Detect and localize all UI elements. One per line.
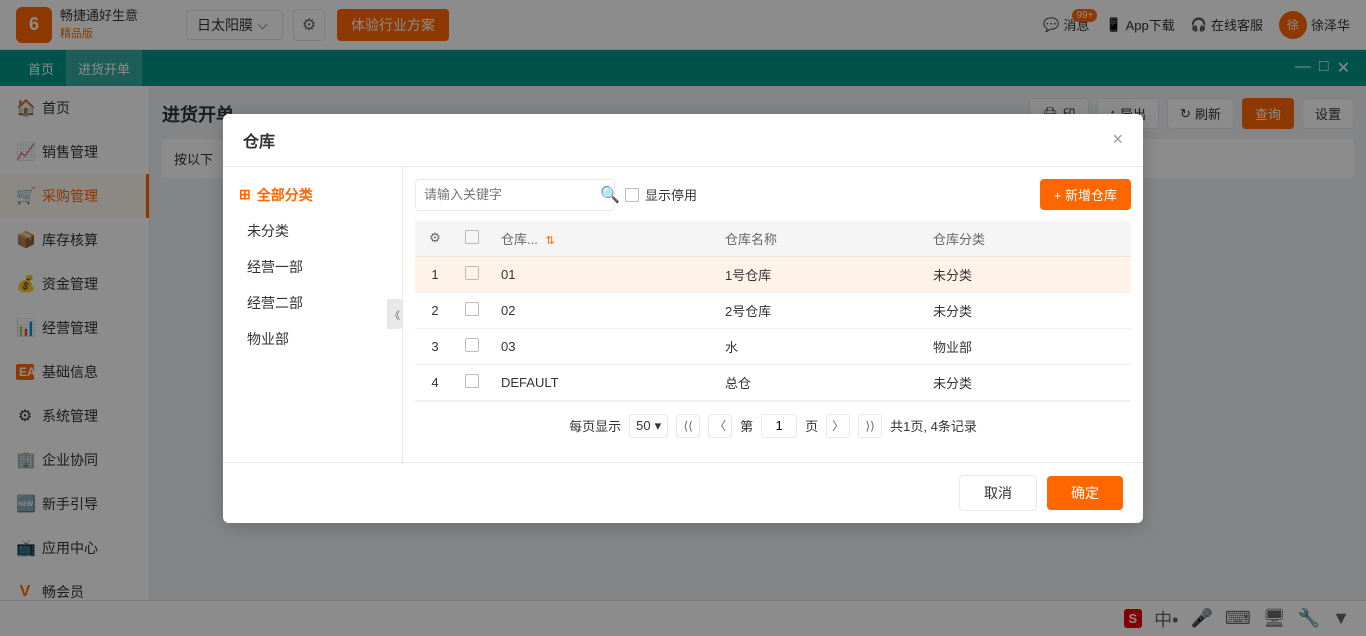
show-disabled-checkbox[interactable] [625, 188, 639, 202]
row-num: 1 [415, 256, 455, 292]
per-page-label: 每页显示 [569, 416, 621, 435]
category-item-unclassified[interactable]: 未分类 [223, 213, 402, 249]
select-all-checkbox[interactable] [465, 230, 479, 244]
row-checkbox[interactable] [465, 302, 479, 316]
category-panel: ⊞ 全部分类 未分类 经营一部 经营二部 物业部 《 [223, 167, 403, 462]
page-label: 第 [740, 416, 753, 435]
last-page-btn[interactable]: ⟩⟩ [858, 414, 882, 438]
table-body: 1 01 1号仓库 未分类 2 02 2号仓库 [415, 256, 1131, 400]
category-all[interactable]: ⊞ 全部分类 [223, 177, 402, 213]
warehouse-table: ⚙ 仓库... ⇅ 仓库名称 [415, 221, 1131, 401]
row-category: 未分类 [923, 292, 1131, 328]
row-num: 2 [415, 292, 455, 328]
table-head: ⚙ 仓库... ⇅ 仓库名称 [415, 221, 1131, 257]
row-checkbox[interactable] [465, 338, 479, 352]
total-info: 共1页, 4条记录 [890, 416, 977, 435]
warehouse-table-wrap: ⚙ 仓库... ⇅ 仓库名称 [415, 221, 1131, 401]
confirm-button[interactable]: 确定 [1047, 476, 1123, 510]
col-name[interactable]: 仓库名称 [715, 221, 923, 257]
sort-code-icon: ⇅ [545, 235, 554, 247]
modal-header: 仓库 × [223, 114, 1143, 167]
row-num: 3 [415, 328, 455, 364]
show-disabled-wrap: 显示停用 [625, 185, 697, 204]
col-name-label: 仓库名称 [725, 232, 777, 247]
modal-title: 仓库 [243, 128, 275, 152]
chevron-down-icon: ▾ [655, 418, 662, 434]
search-input[interactable] [424, 187, 600, 202]
category-item-dept2[interactable]: 经营二部 [223, 285, 402, 321]
warehouse-panel: 🔍 显示停用 + 新增仓库 ⚙ [403, 167, 1143, 462]
row-name: 1号仓库 [715, 256, 923, 292]
per-page-select[interactable]: 50 ▾ [629, 414, 668, 438]
col-category[interactable]: 仓库分类 [923, 221, 1131, 257]
show-disabled-label: 显示停用 [645, 185, 697, 204]
col-checkbox [455, 221, 491, 257]
table-row[interactable]: 4 DEFAULT 总仓 未分类 [415, 364, 1131, 400]
next-page-btn[interactable]: 〉 [826, 414, 850, 438]
modal-close-icon[interactable]: × [1112, 129, 1123, 150]
modal-body: ⊞ 全部分类 未分类 经营一部 经营二部 物业部 《 🔍 [223, 167, 1143, 462]
row-num: 4 [415, 364, 455, 400]
row-name: 2号仓库 [715, 292, 923, 328]
cancel-button[interactable]: 取消 [959, 475, 1037, 511]
grid-icon: ⊞ [239, 186, 251, 203]
col-code-label: 仓库... [501, 232, 538, 247]
modal-footer: 取消 确定 [223, 462, 1143, 523]
collapse-panel-btn[interactable]: 《 [387, 299, 403, 329]
row-code: 03 [491, 328, 715, 364]
warehouse-toolbar: 🔍 显示停用 + 新增仓库 [415, 179, 1131, 211]
row-checkbox[interactable] [465, 266, 479, 280]
row-code: 02 [491, 292, 715, 328]
row-name: 总仓 [715, 364, 923, 400]
modal-overlay: 仓库 × ⊞ 全部分类 未分类 经营一部 经营二部 物业部 《 [0, 0, 1366, 636]
category-item-property[interactable]: 物业部 [223, 321, 402, 357]
category-all-label: 全部分类 [257, 185, 313, 205]
page-suffix: 页 [805, 416, 818, 435]
page-number-input[interactable] [761, 414, 797, 438]
pagination-bar: 每页显示 50 ▾ ⟨⟨ 〈 第 页 〉 ⟩⟩ 共1页, 4条记录 [415, 401, 1131, 450]
row-code: DEFAULT [491, 364, 715, 400]
col-code[interactable]: 仓库... ⇅ [491, 221, 715, 257]
col-settings: ⚙ [415, 221, 455, 257]
table-row[interactable]: 1 01 1号仓库 未分类 [415, 256, 1131, 292]
search-input-wrap: 🔍 [415, 179, 615, 211]
col-category-label: 仓库分类 [933, 232, 985, 247]
prev-page-btn[interactable]: 〈 [708, 414, 732, 438]
row-code: 01 [491, 256, 715, 292]
table-row[interactable]: 2 02 2号仓库 未分类 [415, 292, 1131, 328]
search-icon[interactable]: 🔍 [600, 185, 620, 205]
row-category: 未分类 [923, 256, 1131, 292]
add-warehouse-button[interactable]: + 新增仓库 [1040, 179, 1131, 210]
row-category: 未分类 [923, 364, 1131, 400]
row-name: 水 [715, 328, 923, 364]
table-row[interactable]: 3 03 水 物业部 [415, 328, 1131, 364]
first-page-btn[interactable]: ⟨⟨ [676, 414, 700, 438]
warehouse-modal: 仓库 × ⊞ 全部分类 未分类 经营一部 经营二部 物业部 《 [223, 114, 1143, 523]
row-checkbox[interactable] [465, 374, 479, 388]
row-category: 物业部 [923, 328, 1131, 364]
category-item-dept1[interactable]: 经营一部 [223, 249, 402, 285]
